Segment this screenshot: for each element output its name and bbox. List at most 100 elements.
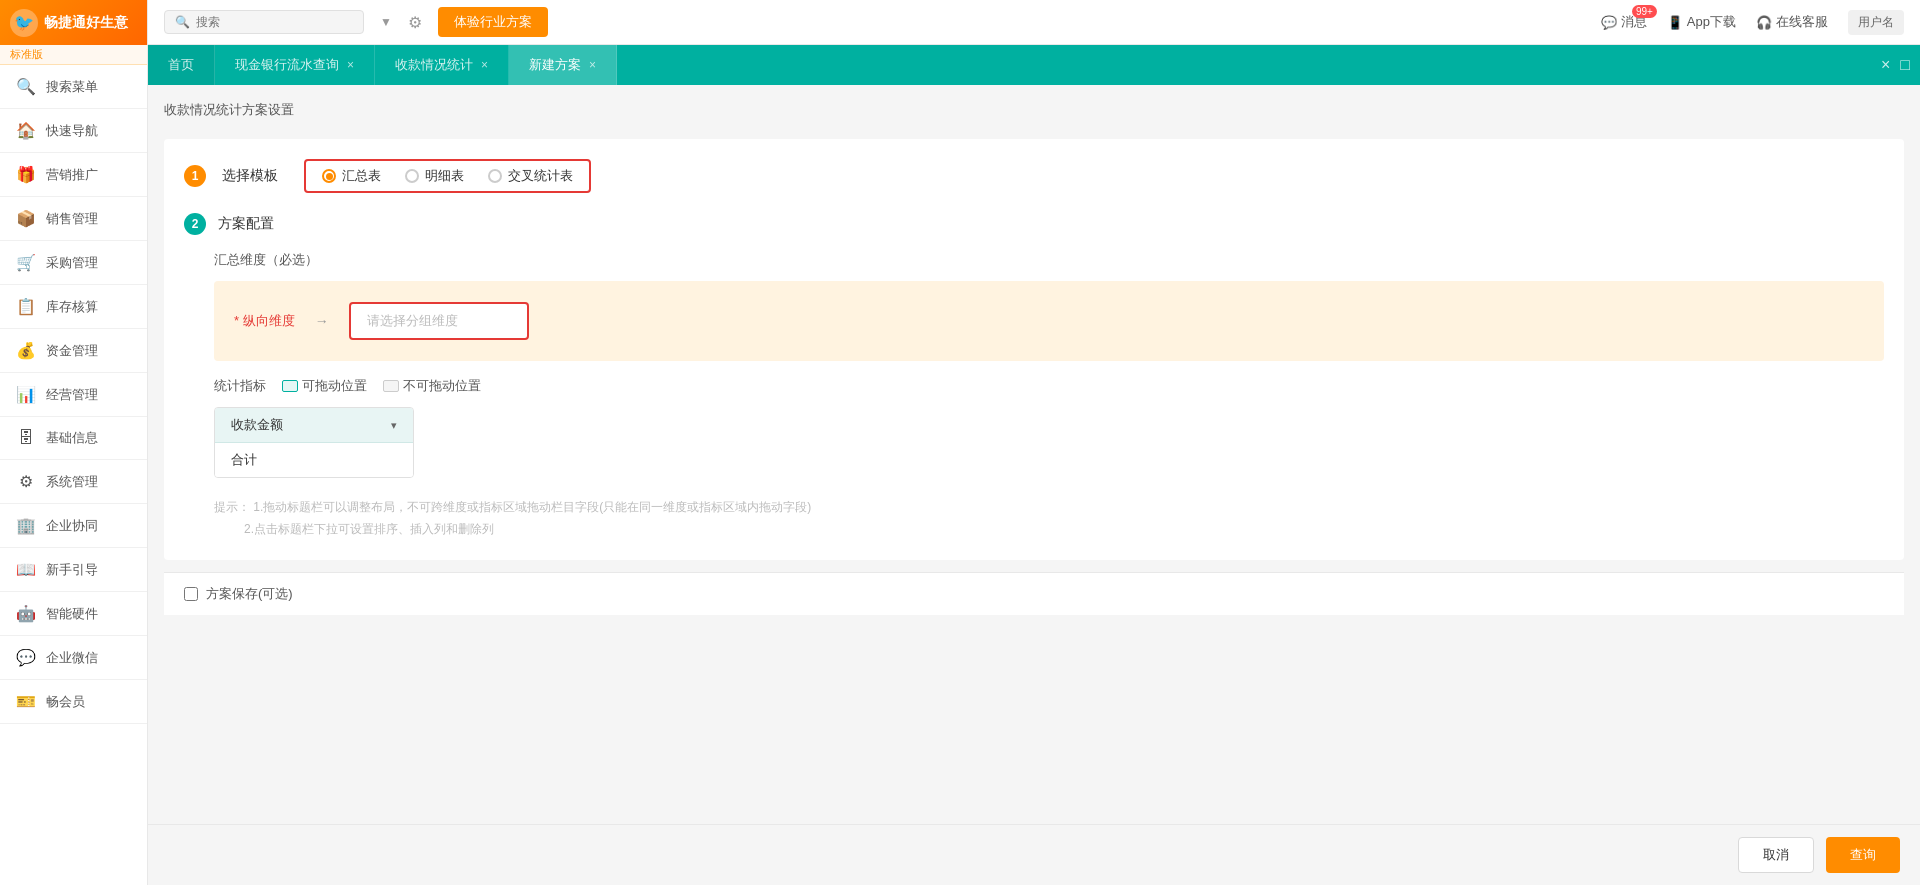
sales-icon: 📦 xyxy=(16,209,36,228)
dimension-row-label: 纵向维度 xyxy=(234,312,295,330)
cancel-button[interactable]: 取消 xyxy=(1738,837,1814,873)
sidebar-item-label: 快速导航 xyxy=(46,122,98,140)
sidebar-item-marketing[interactable]: 🎁 营销推广 xyxy=(0,153,147,197)
search-chevron-icon[interactable]: ▼ xyxy=(380,15,392,29)
search-input[interactable] xyxy=(196,15,336,29)
dimension-select[interactable]: 请选择分组维度 xyxy=(349,302,529,340)
metrics-table: 收款金额 ▾ 合计 xyxy=(214,407,414,478)
no-drag-box-icon xyxy=(383,380,399,392)
sidebar-item-label: 企业微信 xyxy=(46,649,98,667)
tab-home[interactable]: 首页 xyxy=(148,45,215,85)
topbar-right: 💬 消息 99+ 📱 App下载 🎧 在线客服 用户名 xyxy=(1601,10,1904,35)
tip-1: 提示： 1.拖动标题栏可以调整布局，不可跨维度或指标区域拖动栏目字段(只能在同一… xyxy=(214,497,1884,519)
radio-detail[interactable]: 明细表 xyxy=(405,167,464,185)
template-radio-group: 汇总表 明细表 交叉统计表 xyxy=(304,159,591,193)
operation-icon: 📊 xyxy=(16,385,36,404)
radio-summary-label: 汇总表 xyxy=(342,167,381,185)
sidebar-item-inventory[interactable]: 📋 库存核算 xyxy=(0,285,147,329)
settings-card: 1 选择模板 汇总表 明细表 交叉统计表 xyxy=(164,139,1904,560)
notification-item[interactable]: 💬 消息 99+ xyxy=(1601,13,1647,31)
step2-badge: 2 xyxy=(184,213,206,235)
no-drag-indicator: 不可拖动位置 xyxy=(383,377,481,395)
guide-icon: 📖 xyxy=(16,560,36,579)
window-close-icon[interactable]: × xyxy=(1881,56,1890,74)
tip-1-text: 1.拖动标题栏可以调整布局，不可跨维度或指标区域拖动栏目字段(只能在同一维度或指… xyxy=(253,500,811,514)
sidebar-item-label: 畅会员 xyxy=(46,693,85,711)
sidebar-item-operation[interactable]: 📊 经营管理 xyxy=(0,373,147,417)
dimension-area: 纵向维度 → 请选择分组维度 xyxy=(214,281,1884,361)
save-checkbox[interactable] xyxy=(184,587,198,601)
gift-icon: 🎁 xyxy=(16,165,36,184)
footer: 取消 查询 xyxy=(148,824,1920,885)
metrics-column-header: 收款金额 xyxy=(231,416,283,434)
step1-label: 选择模板 xyxy=(222,167,278,185)
service-item[interactable]: 🎧 在线客服 xyxy=(1756,13,1828,31)
sidebar-item-label: 经营管理 xyxy=(46,386,98,404)
dimension-section: 汇总维度（必选） 纵向维度 → 请选择分组维度 统计指标 可拖动位置 xyxy=(214,251,1884,540)
dimension-arrow-icon: → xyxy=(315,313,329,329)
step1-number: 1 xyxy=(192,169,199,183)
tab-collection-stat[interactable]: 收款情况统计 × xyxy=(375,45,509,85)
tab-new-plan-label: 新建方案 xyxy=(529,56,581,74)
sidebar-item-enterprise-wechat[interactable]: 💬 企业微信 xyxy=(0,636,147,680)
sidebar-item-label: 采购管理 xyxy=(46,254,98,272)
radio-summary[interactable]: 汇总表 xyxy=(322,167,381,185)
breadcrumb-text: 收款情况统计方案设置 xyxy=(164,102,294,117)
sidebar-item-label: 系统管理 xyxy=(46,473,98,491)
tip-2-text: 2.点击标题栏下拉可设置排序、插入列和删除列 xyxy=(244,522,494,536)
query-button[interactable]: 查询 xyxy=(1826,837,1900,873)
sidebar-item-label: 企业协同 xyxy=(46,517,98,535)
sidebar-item-quick-nav[interactable]: 🏠 快速导航 xyxy=(0,109,147,153)
sidebar-item-base-info[interactable]: 🗄 基础信息 xyxy=(0,417,147,460)
sidebar-item-system[interactable]: ⚙ 系统管理 xyxy=(0,460,147,504)
step1-section: 1 选择模板 汇总表 明细表 交叉统计表 xyxy=(184,159,1884,193)
metrics-table-header[interactable]: 收款金额 ▾ xyxy=(215,408,413,443)
sidebar-item-smart-hw[interactable]: 🤖 智能硬件 xyxy=(0,592,147,636)
purchase-icon: 🛒 xyxy=(16,253,36,272)
tab-new-plan-close-icon[interactable]: × xyxy=(589,58,596,72)
sidebar-item-guide[interactable]: 📖 新手引导 xyxy=(0,548,147,592)
sidebar-item-purchase[interactable]: 🛒 采购管理 xyxy=(0,241,147,285)
tip-2: 2.点击标题栏下拉可设置排序、插入列和删除列 xyxy=(214,519,1884,541)
metrics-dropdown-icon[interactable]: ▾ xyxy=(391,419,397,432)
smart-hw-icon: 🤖 xyxy=(16,604,36,623)
metrics-table-row: 合计 xyxy=(215,443,413,477)
tab-bank-flow-close-icon[interactable]: × xyxy=(347,58,354,72)
settings-gear-icon[interactable]: ⚙ xyxy=(408,13,422,32)
save-label: 方案保存(可选) xyxy=(206,585,293,603)
finance-icon: 💰 xyxy=(16,341,36,360)
base-info-icon: 🗄 xyxy=(16,429,36,447)
tab-home-label: 首页 xyxy=(168,56,194,74)
inventory-icon: 📋 xyxy=(16,297,36,316)
sidebar-item-enterprise[interactable]: 🏢 企业协同 xyxy=(0,504,147,548)
radio-detail-input[interactable] xyxy=(405,169,419,183)
search-box[interactable]: 🔍 xyxy=(164,10,364,34)
topbar: 🔍 ▼ ⚙ 体验行业方案 💬 消息 99+ 📱 App下载 🎧 在线客服 用户名 xyxy=(148,0,1920,45)
trial-button[interactable]: 体验行业方案 xyxy=(438,7,548,37)
member-icon: 🎫 xyxy=(16,692,36,711)
sidebar-item-search-menu[interactable]: 🔍 搜索菜单 xyxy=(0,65,147,109)
radio-cross-input[interactable] xyxy=(488,169,502,183)
dimension-placeholder: 请选择分组维度 xyxy=(367,313,458,328)
metrics-row-label: 合计 xyxy=(231,452,257,467)
radio-summary-input[interactable] xyxy=(322,169,336,183)
user-display[interactable]: 用户名 xyxy=(1848,10,1904,35)
tab-collection-stat-close-icon[interactable]: × xyxy=(481,58,488,72)
window-maximize-icon[interactable]: □ xyxy=(1900,56,1910,74)
radio-cross-label: 交叉统计表 xyxy=(508,167,573,185)
tip-title: 提示： xyxy=(214,500,250,514)
tab-new-plan[interactable]: 新建方案 × xyxy=(509,45,617,85)
sidebar-item-member[interactable]: 🎫 畅会员 xyxy=(0,680,147,724)
sidebar-item-finance[interactable]: 💰 资金管理 xyxy=(0,329,147,373)
metrics-section-label: 统计指标 xyxy=(214,377,266,395)
tab-collection-stat-label: 收款情况统计 xyxy=(395,56,473,74)
sidebar-item-label: 销售管理 xyxy=(46,210,98,228)
radio-cross[interactable]: 交叉统计表 xyxy=(488,167,573,185)
download-item[interactable]: 📱 App下载 xyxy=(1667,13,1736,31)
service-label: 在线客服 xyxy=(1776,13,1828,31)
sidebar-item-sales[interactable]: 📦 销售管理 xyxy=(0,197,147,241)
tab-bank-flow[interactable]: 现金银行流水查询 × xyxy=(215,45,375,85)
tab-bank-flow-label: 现金银行流水查询 xyxy=(235,56,339,74)
step2-label: 方案配置 xyxy=(218,215,274,233)
sidebar-item-label: 资金管理 xyxy=(46,342,98,360)
